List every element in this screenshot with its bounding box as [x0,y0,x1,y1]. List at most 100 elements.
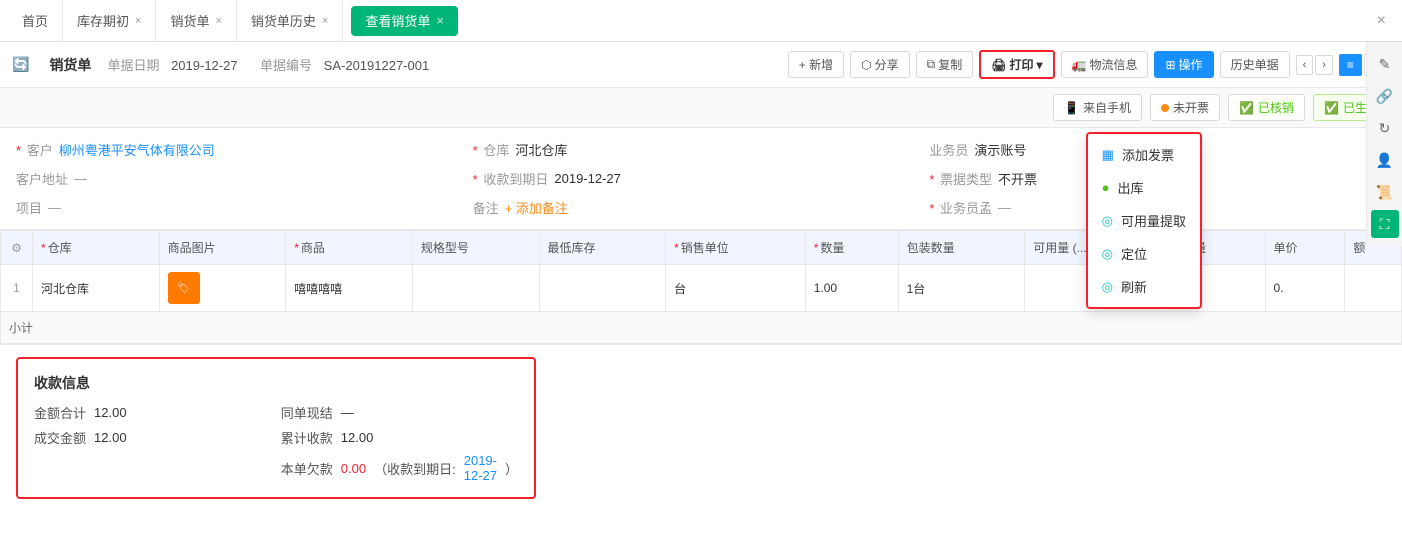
col-pack-qty: 包装数量 [898,231,1025,265]
dropdown-outbound[interactable]: ● 出库 [1088,171,1200,204]
row-unit: 台 [666,265,806,312]
tab-close-view[interactable]: × [436,13,444,28]
right-sidebar: ✎ 🔗 ↻ 👤 📜 ⛶ [1366,42,1402,246]
copy-button[interactable]: ⧉ 复制 [916,51,974,78]
customer-value[interactable]: 柳州粤港平安气体有限公司 [59,140,215,159]
summary-arrears-date: 2019-12-27 [464,453,497,483]
summary-total: 金额合计 12.00 [34,403,261,422]
tab-bar: 首页 库存期初 × 销货单 × 销货单历史 × 查看销货单 × × [0,0,1402,42]
next-button[interactable]: › [1315,55,1333,75]
not-open-button[interactable]: 未开票 [1150,94,1220,121]
warehouse-field: * 仓库 河北仓库 [473,140,930,159]
effect-icon: ✅ [1324,101,1339,115]
sidebar-expand-icon[interactable]: ⛶ [1371,210,1399,238]
salesperson2-value: — [998,200,1011,215]
row-warehouse: 河北仓库 [33,265,160,312]
share-button[interactable]: ⬡ 分享 [850,51,910,78]
due-date-value: 2019-12-27 [554,171,621,186]
row-min-stock [539,265,666,312]
row-pack-qty: 1台 [898,265,1025,312]
summary-box: 收款信息 金额合计 12.00 同单现结 — 成交金额 12.00 累计收款 1… [16,357,536,499]
summary-total-value: 12.00 [94,405,127,420]
check-icon: ✅ [1239,101,1254,115]
document-info: 🔄 销货单 单据日期 2019-12-27 单据编号 SA-20191227-0… [12,55,780,75]
toolbar-actions: + 新增 ⬡ 分享 ⧉ 复制 🖨 打印 ▾ 🚛 物流信息 ⊞ 操作 [788,50,1390,79]
col-product: *商品 [286,231,413,265]
subtotal-label: 小计 [1,312,1402,344]
window-close-button[interactable]: × [1369,12,1394,30]
tab-close-sales[interactable]: × [215,15,221,27]
warehouse-value: 河北仓库 [515,140,567,159]
product-thumbnail: 🏷 [168,272,200,304]
locate-icon: ◎ [1102,246,1113,262]
logistics-icon: 🚛 [1072,58,1087,72]
tab-sales-history[interactable]: 销货单历史 × [237,0,343,42]
customer-field: * 客户 柳州粤港平安气体有限公司 [16,140,473,159]
summary-same-order-value: — [341,405,354,420]
row-product-img: 🏷 [159,265,286,312]
col-unit-price: 单价 [1265,231,1345,265]
share-icon: ⬡ [861,58,871,72]
col-product-img: 商品图片 [159,231,286,265]
project-value: — [48,200,61,215]
operations-dropdown: ▦ 添加发票 ● 出库 ◎ 可用量提取 ◎ 定位 ◎ 刷新 [1086,132,1202,309]
from-phone-button[interactable]: 📱 来自手机 [1053,94,1142,121]
tab-inventory-init[interactable]: 库存期初 × [63,0,156,42]
row-amount [1345,265,1402,312]
dropdown-refresh[interactable]: ◎ 刷新 [1088,270,1200,303]
history-docs-button[interactable]: 历史单据 [1220,51,1290,78]
sidebar-user-icon[interactable]: 👤 [1371,146,1399,174]
print-dropdown-arrow: ▾ [1036,58,1042,72]
row-num: 1 [1,265,33,312]
dropdown-available-qty[interactable]: ◎ 可用量提取 [1088,204,1200,237]
list-view-button[interactable]: ≡ [1339,54,1362,76]
salesperson-value: 演示账号 [974,140,1026,159]
refresh-icon: ◎ [1102,279,1113,295]
summary-arrears: 本单欠款 0.00 （收款到期日: 2019-12-27 ） [281,453,518,483]
tab-close-inventory[interactable]: × [135,15,141,27]
available-qty-icon: ◎ [1102,213,1113,229]
doc-icon: 🔄 [12,56,29,73]
add-invoice-icon: ▦ [1102,147,1114,163]
summary-cumulative: 累计收款 12.00 [281,428,518,447]
dropdown-locate[interactable]: ◎ 定位 [1088,237,1200,270]
tab-close-history[interactable]: × [322,15,328,27]
col-unit: *销售单位 [666,231,806,265]
status-dot-orange [1161,104,1169,112]
row-qty: 1.00 [805,265,898,312]
add-note-button[interactable]: + 添加备注 [505,198,568,217]
row-spec [412,265,539,312]
summary-same-order: 同单现结 — [281,403,518,422]
tab-sales-order[interactable]: 销货单 × [156,0,236,42]
print-button[interactable]: 🖨 打印 ▾ [979,50,1054,79]
row-product: 嘻嘻嘻嘻 [286,265,413,312]
operations-button[interactable]: ⊞ 操作 [1154,51,1213,78]
copy-icon: ⧉ [927,57,936,72]
summary-transaction-value: 12.00 [94,430,127,445]
confirm-button[interactable]: ✅ 已核销 [1228,94,1305,121]
sidebar-link-icon[interactable]: 🔗 [1371,82,1399,110]
new-button[interactable]: + 新增 [788,51,844,78]
col-gear: ⚙ [1,231,33,265]
phone-icon: 📱 [1064,101,1079,115]
dropdown-add-invoice[interactable]: ▦ 添加发票 [1088,138,1200,171]
doc-title: 销货单 [49,55,91,75]
address-field: 客户地址 — [16,169,473,188]
tab-home[interactable]: 首页 [8,0,63,42]
col-spec: 规格型号 [412,231,539,265]
summary-arrears-value: 0.00 [341,461,366,476]
address-value: — [74,171,87,186]
sidebar-refresh-icon[interactable]: ↻ [1371,114,1399,142]
sidebar-edit-icon[interactable]: ✎ [1371,50,1399,78]
logistics-button[interactable]: 🚛 物流信息 [1061,51,1149,78]
main-content: 🔄 销货单 单据日期 2019-12-27 单据编号 SA-20191227-0… [0,42,1402,533]
nav-arrows: ‹ › [1296,55,1333,75]
operations-icon: ⊞ [1165,58,1175,72]
sidebar-history-icon[interactable]: 📜 [1371,178,1399,206]
status-bar: 📱 来自手机 未开票 ✅ 已核销 ✅ 已生效 [0,88,1402,128]
outbound-icon: ● [1102,180,1110,195]
subtotal-row: 小计 [1,312,1402,344]
prev-button[interactable]: ‹ [1296,55,1314,75]
project-field: 项目 — [16,198,473,217]
tab-view-sales[interactable]: 查看销货单 × [351,6,458,36]
